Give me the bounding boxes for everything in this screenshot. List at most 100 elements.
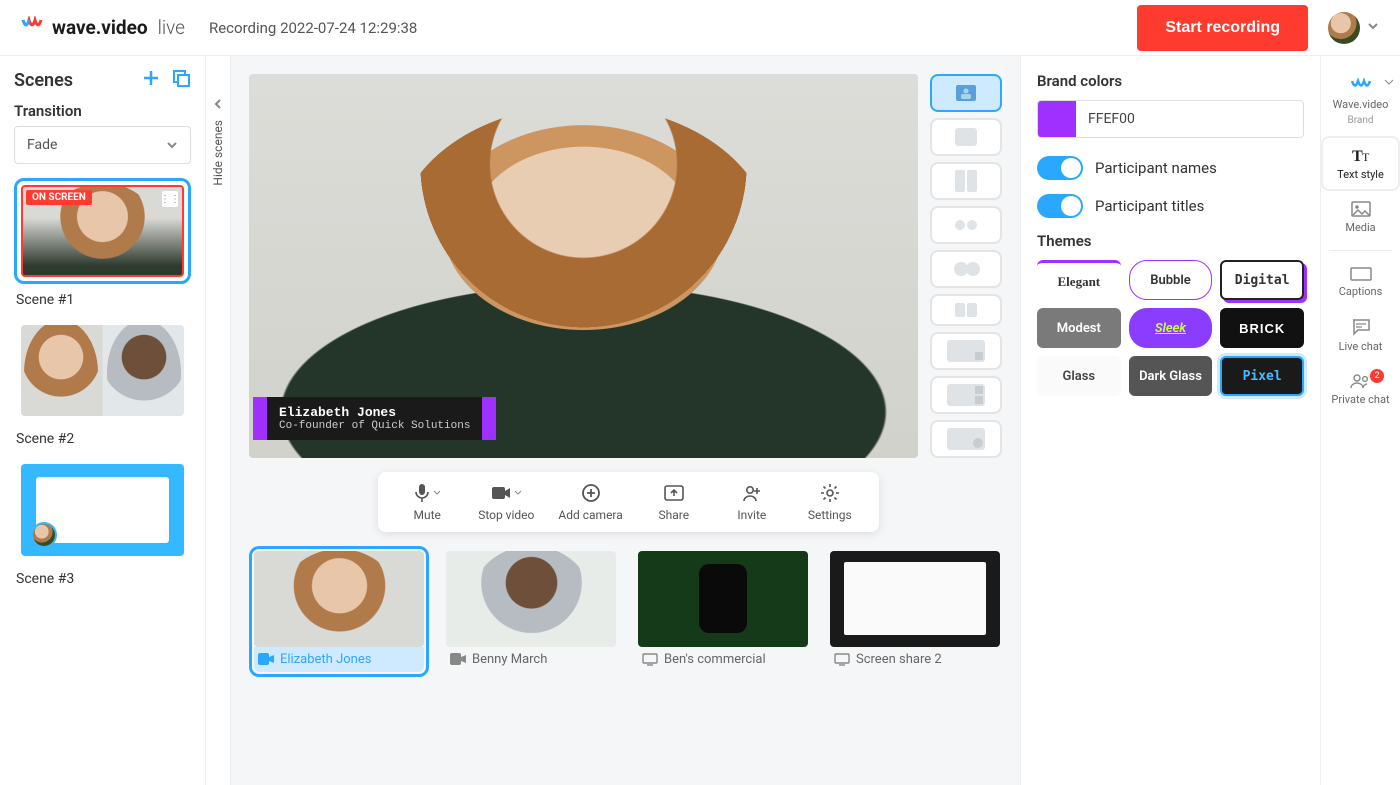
layout-single[interactable] xyxy=(930,74,1002,112)
transition-select[interactable]: Fade xyxy=(14,126,191,164)
rail-captions[interactable]: Captions xyxy=(1321,257,1400,308)
theme-sleek[interactable]: Sleek xyxy=(1129,308,1213,348)
wave-logo-icon xyxy=(20,16,46,40)
stop-video-button[interactable]: Stop video xyxy=(478,482,534,522)
scene-card-3[interactable] xyxy=(14,457,191,563)
chevron-down-icon xyxy=(166,139,178,151)
theme-pixel[interactable]: Pixel xyxy=(1220,356,1304,396)
scene-name-2: Scene #2 xyxy=(14,427,191,457)
mic-icon xyxy=(414,483,430,503)
controls-bar: Mute Stop video Add camera Share xyxy=(378,472,879,532)
layout-pip-circle[interactable] xyxy=(930,250,1002,288)
theme-bubble[interactable]: Bubble xyxy=(1129,260,1213,300)
mute-button[interactable]: Mute xyxy=(400,482,454,522)
participants-row: Elizabeth Jones Benny March Ben's commer… xyxy=(249,546,1008,677)
brand-color-input[interactable]: FFEF00 xyxy=(1037,100,1304,138)
lower-third-title: Co-founder of Quick Solutions xyxy=(279,420,470,432)
layout-single-zoom[interactable] xyxy=(930,118,1002,156)
rail-text-style[interactable]: TT Text style xyxy=(1321,136,1400,191)
scene-name-1: Scene #1 xyxy=(14,288,191,318)
scenes-panel: Scenes Transition Fade ON SCREEN ⋮⋮ Scen… xyxy=(0,56,205,785)
user-menu-chevron-icon[interactable] xyxy=(1366,18,1380,37)
themes-heading: Themes xyxy=(1037,232,1304,250)
start-recording-button[interactable]: Start recording xyxy=(1137,5,1308,51)
layout-strip[interactable] xyxy=(930,294,1002,326)
plus-circle-icon xyxy=(581,483,601,503)
participant-names-toggle[interactable] xyxy=(1037,156,1083,180)
rail-media[interactable]: Media xyxy=(1321,191,1400,244)
theme-brick[interactable]: BRICK xyxy=(1220,308,1304,348)
logo-text: wave.video xyxy=(52,16,148,39)
scene-thumb-3 xyxy=(21,464,184,556)
settings-button[interactable]: Settings xyxy=(803,482,857,522)
user-avatar[interactable] xyxy=(1328,12,1360,44)
gear-icon xyxy=(820,483,840,503)
theme-modest[interactable]: Modest xyxy=(1037,308,1121,348)
lower-third-name: Elizabeth Jones xyxy=(279,405,470,420)
transition-value: Fade xyxy=(27,137,57,153)
scene-thumb-2 xyxy=(21,325,184,417)
layout-pip-bottom[interactable] xyxy=(930,420,1002,458)
theme-dark-glass[interactable]: Dark Glass xyxy=(1129,356,1213,396)
layout-3up[interactable] xyxy=(930,206,1002,244)
scene-thumb-1: ON SCREEN ⋮⋮ xyxy=(21,185,184,277)
camera-icon xyxy=(491,486,511,500)
scene-name-3: Scene #3 xyxy=(14,567,191,597)
rail-private-chat[interactable]: 2 Private chat xyxy=(1321,363,1400,416)
rail-brand[interactable]: Wave.video Brand xyxy=(1321,68,1400,136)
add-camera-button[interactable]: Add camera xyxy=(558,482,622,522)
hide-scenes-strip[interactable]: Hide scenes xyxy=(205,56,231,785)
svg-text:T: T xyxy=(1362,150,1370,164)
scene-card-2[interactable] xyxy=(14,318,191,424)
right-rail: Wave.video Brand TT Text style Media Cap… xyxy=(1320,56,1400,785)
chevron-down-icon xyxy=(1384,78,1394,86)
theme-elegant[interactable]: Elegant xyxy=(1037,260,1121,300)
monitor-icon xyxy=(834,653,850,666)
brand-color-value: FFEF00 xyxy=(1076,111,1147,127)
settings-panel: Brand colors FFEF00 Participant names Pa… xyxy=(1020,56,1320,785)
theme-digital[interactable]: Digital xyxy=(1220,260,1304,300)
layout-fullscreen[interactable] xyxy=(930,332,1002,370)
people-icon xyxy=(1350,373,1372,389)
camera-icon xyxy=(450,653,466,665)
text-icon: TT xyxy=(1351,146,1371,164)
logo[interactable]: wave.video live xyxy=(20,16,185,40)
image-icon xyxy=(1351,201,1371,217)
duplicate-scene-icon[interactable] xyxy=(171,68,191,92)
add-scene-icon[interactable] xyxy=(141,68,161,92)
theme-glass[interactable]: Glass xyxy=(1037,356,1121,396)
layout-two-quarter[interactable] xyxy=(930,376,1002,414)
hide-scenes-label: Hide scenes xyxy=(211,120,225,186)
page-title: Recording 2022-07-24 12:29:38 xyxy=(209,19,417,37)
chat-icon xyxy=(1351,318,1371,336)
scene-card-1[interactable]: ON SCREEN ⋮⋮ xyxy=(14,178,191,284)
share-button[interactable]: Share xyxy=(647,482,701,522)
wave-logo-icon xyxy=(1350,78,1372,94)
participant-titles-toggle[interactable] xyxy=(1037,194,1083,218)
drag-handle-icon[interactable]: ⋮⋮ xyxy=(162,191,178,207)
participant-card-1[interactable]: Elizabeth Jones xyxy=(249,546,429,677)
share-screen-icon xyxy=(664,485,684,501)
main-preview: Elizabeth Jones Co-founder of Quick Solu… xyxy=(249,74,918,458)
invite-button[interactable]: Invite xyxy=(725,482,779,522)
scenes-heading: Scenes xyxy=(14,70,73,91)
participant-names-label: Participant names xyxy=(1095,159,1217,177)
logo-live-suffix: live xyxy=(158,16,185,39)
private-chat-badge: 2 xyxy=(1370,369,1384,383)
camera-icon xyxy=(258,653,274,665)
participant-card-2[interactable]: Benny March xyxy=(441,546,621,677)
pip-avatar-icon xyxy=(31,522,57,548)
invite-icon xyxy=(742,484,762,502)
monitor-icon xyxy=(642,653,658,666)
color-swatch[interactable] xyxy=(1038,100,1076,138)
lower-third: Elizabeth Jones Co-founder of Quick Solu… xyxy=(253,397,496,440)
rail-live-chat[interactable]: Live chat xyxy=(1321,308,1400,363)
participant-card-4[interactable]: Screen share 2 xyxy=(825,546,1005,677)
participant-titles-label: Participant titles xyxy=(1095,197,1204,215)
chevron-left-icon xyxy=(212,98,224,110)
layout-picker xyxy=(930,74,1008,458)
captions-icon xyxy=(1350,267,1372,281)
brand-colors-heading: Brand colors xyxy=(1037,72,1304,90)
layout-split[interactable] xyxy=(930,162,1002,200)
participant-card-3[interactable]: Ben's commercial xyxy=(633,546,813,677)
